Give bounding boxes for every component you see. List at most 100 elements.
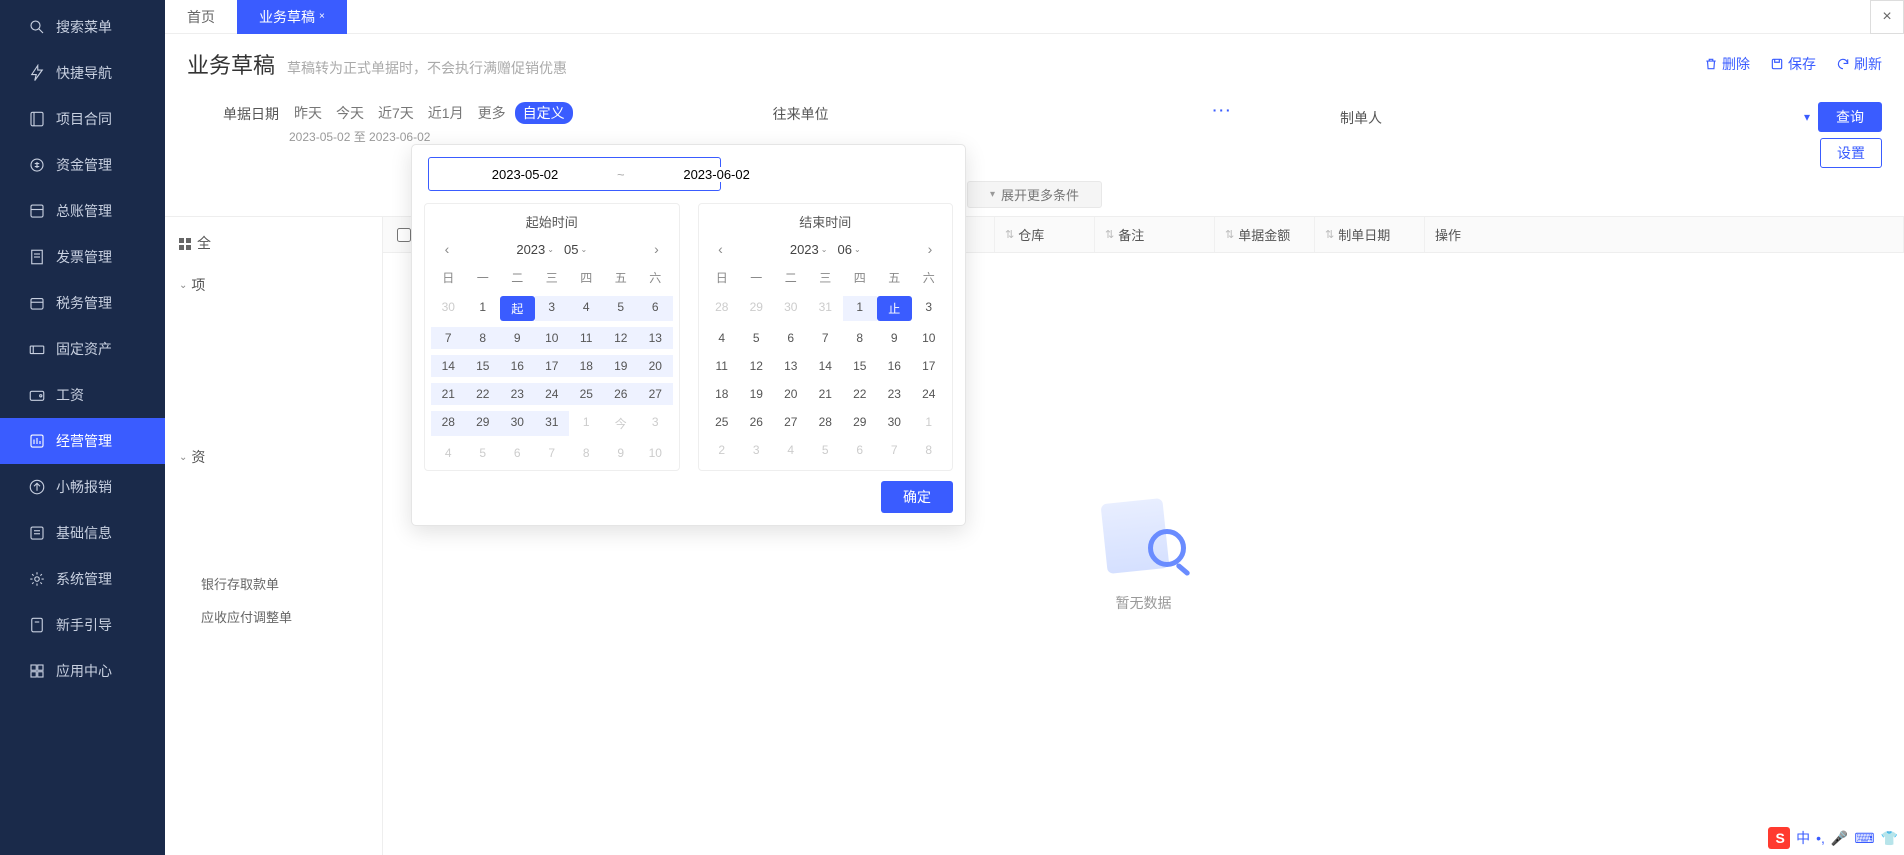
sidebar-item-basic-info[interactable]: 基础信息 <box>0 510 165 556</box>
ime-punct-icon[interactable]: •, <box>1816 830 1825 846</box>
calendar-day[interactable]: 7 <box>877 439 912 461</box>
lp-item-bank-deposit[interactable]: 银行存取款单 <box>165 567 382 600</box>
maker-select[interactable]: ▾ <box>1390 110 1810 124</box>
th-date[interactable]: 制单日期 <box>1315 217 1425 252</box>
calendar-day[interactable]: 10 <box>912 327 947 349</box>
calendar-day[interactable]: 28 <box>705 296 740 321</box>
calendar-day[interactable]: 22 <box>466 383 501 405</box>
preset-1month[interactable]: 近1月 <box>423 102 469 124</box>
calendar-day[interactable]: 16 <box>500 355 535 377</box>
calendar-day[interactable]: 13 <box>774 355 809 377</box>
close-tab-icon[interactable]: × <box>319 0 325 34</box>
calendar-day[interactable]: 3 <box>912 296 947 321</box>
calendar-day[interactable]: 13 <box>638 327 673 349</box>
calendar-day[interactable]: 4 <box>431 442 466 464</box>
year-select[interactable]: 2023⌄ <box>790 242 828 257</box>
calendar-day[interactable]: 22 <box>843 383 878 405</box>
prev-month-button[interactable]: ‹ <box>437 241 457 257</box>
lp-item-ar-ap-adjust[interactable]: 应收应付调整单 <box>165 600 382 633</box>
calendar-day[interactable]: 止 <box>877 296 912 321</box>
calendar-day[interactable]: 10 <box>535 327 570 349</box>
calendar-day[interactable]: 5 <box>604 296 639 321</box>
calendar-day[interactable]: 27 <box>638 383 673 405</box>
tabs-close-all-button[interactable]: × <box>1870 0 1904 34</box>
calendar-day[interactable]: 19 <box>604 355 639 377</box>
sidebar-item-salary[interactable]: 工资 <box>0 372 165 418</box>
calendar-day[interactable]: 4 <box>705 327 740 349</box>
calendar-day[interactable]: 11 <box>705 355 740 377</box>
confirm-button[interactable]: 确定 <box>881 481 953 513</box>
next-month-button[interactable]: › <box>920 241 940 257</box>
calendar-day[interactable]: 6 <box>843 439 878 461</box>
calendar-day[interactable]: 21 <box>431 383 466 405</box>
calendar-day[interactable]: 9 <box>604 442 639 464</box>
ime-keyboard-icon[interactable]: ⌨ <box>1854 830 1874 847</box>
sidebar-item-app-center[interactable]: 应用中心 <box>0 648 165 694</box>
calendar-day[interactable]: 5 <box>466 442 501 464</box>
calendar-day[interactable]: 1 <box>843 296 878 321</box>
partner-more-icon[interactable]: ··· <box>1209 102 1237 118</box>
calendar-day[interactable]: 4 <box>774 439 809 461</box>
calendar-day[interactable]: 14 <box>808 355 843 377</box>
calendar-day[interactable]: 30 <box>500 411 535 436</box>
calendar-day[interactable]: 1 <box>569 411 604 436</box>
sidebar-item-system[interactable]: 系统管理 <box>0 556 165 602</box>
calendar-day[interactable]: 3 <box>739 439 774 461</box>
end-date-input[interactable] <box>629 167 805 182</box>
calendar-day[interactable]: 21 <box>808 383 843 405</box>
ime-logo-icon[interactable]: S <box>1768 827 1790 849</box>
month-select[interactable]: 06⌄ <box>837 242 860 257</box>
calendar-day[interactable]: 4 <box>569 296 604 321</box>
th-amount[interactable]: 单据金额 <box>1215 217 1315 252</box>
calendar-day[interactable]: 7 <box>808 327 843 349</box>
preset-custom[interactable]: 自定义 <box>515 102 573 124</box>
calendar-day[interactable]: 今 <box>604 411 639 436</box>
lp-group-funds[interactable]: ⌄ 资 <box>165 441 382 473</box>
query-button[interactable]: 查询 <box>1818 102 1882 132</box>
calendar-day[interactable]: 26 <box>739 411 774 433</box>
calendar-day[interactable]: 15 <box>466 355 501 377</box>
calendar-day[interactable]: 6 <box>638 296 673 321</box>
calendar-day[interactable]: 12 <box>739 355 774 377</box>
calendar-day[interactable]: 9 <box>500 327 535 349</box>
sidebar-item-guide[interactable]: 新手引导 <box>0 602 165 648</box>
sidebar-item-search[interactable]: 搜索菜单 <box>0 4 165 50</box>
preset-yesterday[interactable]: 昨天 <box>289 102 327 124</box>
calendar-day[interactable]: 18 <box>569 355 604 377</box>
th-warehouse[interactable]: 仓库 <box>995 217 1095 252</box>
sidebar-item-general-ledger[interactable]: 总账管理 <box>0 188 165 234</box>
calendar-day[interactable]: 7 <box>431 327 466 349</box>
calendar-day[interactable]: 30 <box>774 296 809 321</box>
calendar-day[interactable]: 17 <box>912 355 947 377</box>
calendar-day[interactable]: 23 <box>500 383 535 405</box>
ime-mic-icon[interactable]: 🎤 <box>1831 830 1848 847</box>
calendar-day[interactable]: 1 <box>466 296 501 321</box>
calendar-day[interactable]: 8 <box>912 439 947 461</box>
calendar-day[interactable]: 5 <box>739 327 774 349</box>
delete-button[interactable]: 删除 <box>1704 54 1750 74</box>
sidebar-item-project-contract[interactable]: 项目合同 <box>0 96 165 142</box>
sidebar-item-tax[interactable]: 税务管理 <box>0 280 165 326</box>
calendar-day[interactable]: 29 <box>843 411 878 433</box>
lp-all[interactable]: 全 <box>165 227 382 259</box>
calendar-day[interactable]: 8 <box>843 327 878 349</box>
sidebar-item-funds[interactable]: 资金管理 <box>0 142 165 188</box>
tab-home[interactable]: 首页 <box>165 0 237 34</box>
calendar-day[interactable]: 31 <box>808 296 843 321</box>
calendar-day[interactable]: 3 <box>638 411 673 436</box>
calendar-day[interactable]: 6 <box>500 442 535 464</box>
tab-business-draft[interactable]: 业务草稿 × <box>237 0 347 34</box>
calendar-day[interactable]: 19 <box>739 383 774 405</box>
calendar-day[interactable]: 3 <box>535 296 570 321</box>
calendar-day[interactable]: 27 <box>774 411 809 433</box>
sidebar-item-fixed-asset[interactable]: 固定资产 <box>0 326 165 372</box>
preset-more[interactable]: 更多 <box>473 102 511 124</box>
calendar-day[interactable]: 起 <box>500 296 535 321</box>
calendar-day[interactable]: 24 <box>912 383 947 405</box>
calendar-day[interactable]: 23 <box>877 383 912 405</box>
preset-7days[interactable]: 近7天 <box>373 102 419 124</box>
calendar-day[interactable]: 10 <box>638 442 673 464</box>
expand-more-button[interactable]: ▾ 展开更多条件 <box>967 181 1102 208</box>
year-select[interactable]: 2023⌄ <box>516 242 554 257</box>
ime-lang-toggle[interactable]: 中 <box>1796 828 1810 848</box>
